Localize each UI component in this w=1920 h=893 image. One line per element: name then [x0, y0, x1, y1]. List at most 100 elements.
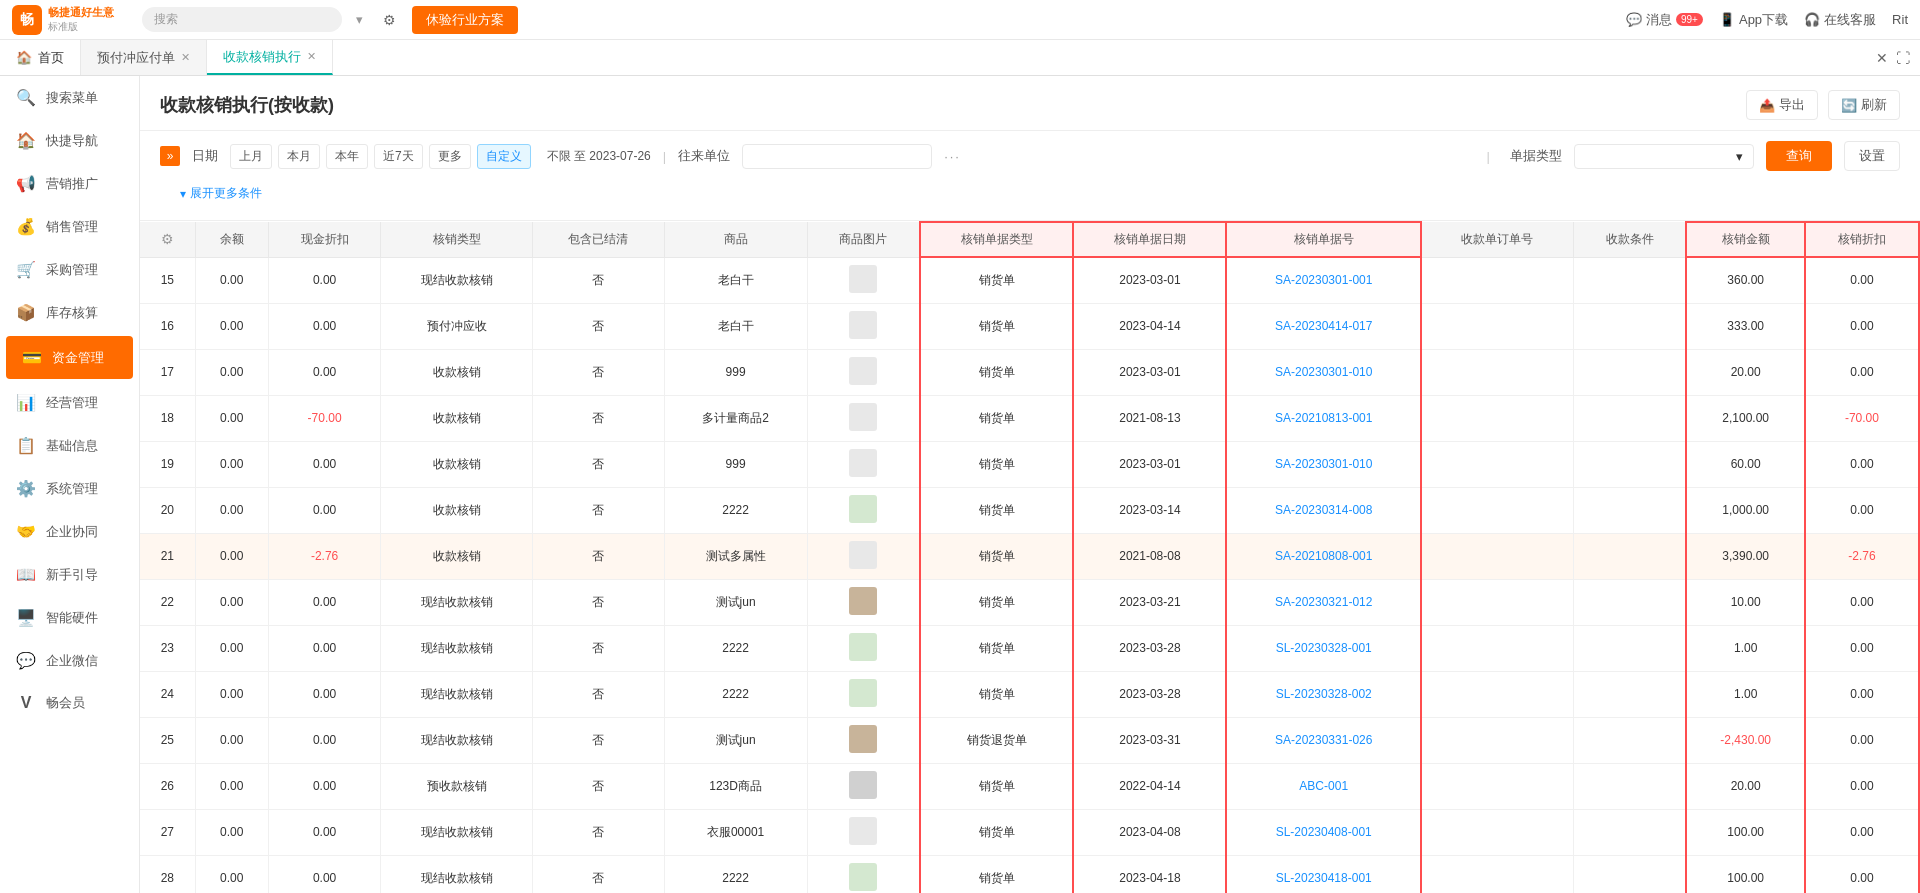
counterpart-more-icon[interactable]: ···	[944, 149, 961, 164]
sidebar-item-inventory[interactable]: 📦 库存核算	[0, 291, 139, 334]
cell-goods: 测试jun	[664, 717, 807, 763]
sidebar-item-nav[interactable]: 🏠 快捷导航	[0, 119, 139, 162]
table-row: 25 0.00 0.00 现结收款核销 否 测试jun 销货退货单 2023-0…	[140, 717, 1919, 763]
cell-payment-cond	[1573, 441, 1686, 487]
sidebar-item-guide[interactable]: 📖 新手引导	[0, 553, 139, 596]
cell-verify-type: 收款核销	[381, 349, 532, 395]
cell-bill-type: 销货单	[920, 441, 1073, 487]
cell-cash-discount: 0.00	[268, 349, 380, 395]
tab-home[interactable]: 🏠 首页	[0, 40, 81, 75]
cell-goods: 老白干	[664, 257, 807, 303]
cell-bill-date: 2023-03-01	[1073, 257, 1226, 303]
sidebar-item-basic-info[interactable]: 📋 基础信息	[0, 424, 139, 467]
sidebar-item-system[interactable]: ⚙️ 系统管理	[0, 467, 139, 510]
close-window-icon[interactable]: ✕	[1876, 50, 1888, 66]
cell-cash-discount: 0.00	[268, 579, 380, 625]
single-type-select[interactable]: ▾	[1574, 144, 1754, 169]
table-row: 18 0.00 -70.00 收款核销 否 多计量商品2 销货单 2021-08…	[140, 395, 1919, 441]
gear-icon[interactable]: ⚙	[383, 12, 396, 28]
date-label: 日期	[192, 147, 218, 165]
sidebar-item-funds[interactable]: 💳 资金管理	[6, 336, 133, 379]
cell-id: 22	[140, 579, 195, 625]
sidebar-item-operations[interactable]: 📊 经营管理	[0, 381, 139, 424]
sidebar-item-collab[interactable]: 🤝 企业协同	[0, 510, 139, 553]
expand-conditions-btn[interactable]: ▾ 展开更多条件	[180, 185, 1880, 202]
custom-date-btn[interactable]: 自定义	[477, 144, 531, 169]
cell-included: 否	[532, 717, 664, 763]
cell-verify-type: 现结收款核销	[381, 579, 532, 625]
export-btn[interactable]: 📤 导出	[1746, 90, 1818, 120]
counterpart-label: 往来单位	[678, 147, 730, 165]
more-btn[interactable]: 更多	[429, 144, 471, 169]
cell-payment-cond	[1573, 625, 1686, 671]
cell-bill-type: 销货单	[920, 257, 1073, 303]
sidebar-item-marketing[interactable]: 📢 营销推广	[0, 162, 139, 205]
this-year-btn[interactable]: 本年	[326, 144, 368, 169]
home-icon: 🏠	[16, 50, 32, 65]
this-month-btn[interactable]: 本月	[278, 144, 320, 169]
cell-included: 否	[532, 395, 664, 441]
cell-balance: 0.00	[195, 257, 268, 303]
cell-bill-date: 2023-03-28	[1073, 671, 1226, 717]
settings-btn[interactable]: 设置	[1844, 141, 1900, 171]
counterpart-input[interactable]	[742, 144, 932, 169]
refresh-btn[interactable]: 🔄 刷新	[1828, 90, 1900, 120]
col-bill-date: 核销单据日期	[1073, 222, 1226, 257]
fullscreen-icon[interactable]: ⛶	[1896, 50, 1910, 66]
cell-discount: 0.00	[1805, 855, 1919, 893]
cell-bill-no: SA-20230314-008	[1226, 487, 1421, 533]
basic-info-icon: 📋	[16, 436, 36, 455]
online-service-btn[interactable]: 🎧 在线客服	[1804, 11, 1876, 29]
cell-amount: 1,000.00	[1686, 487, 1804, 533]
cell-amount: 20.00	[1686, 763, 1804, 809]
cell-verify-type: 收款核销	[381, 533, 532, 579]
cell-balance: 0.00	[195, 579, 268, 625]
tab-close-prepay[interactable]: ✕	[181, 51, 190, 64]
cell-goods-img	[807, 855, 920, 893]
sidebar: 🔍 搜索菜单 🏠 快捷导航 📢 营销推广 💰 销售管理 🛒 采购管理 📦 库存核…	[0, 76, 140, 893]
message-btn[interactable]: 💬 消息 99+	[1626, 11, 1703, 29]
col-settings[interactable]: ⚙	[140, 222, 195, 257]
cell-amount: 1.00	[1686, 671, 1804, 717]
cell-included: 否	[532, 303, 664, 349]
wechat-icon: 💬	[16, 651, 36, 670]
cell-goods: 测试多属性	[664, 533, 807, 579]
cell-balance: 0.00	[195, 303, 268, 349]
cell-goods: 2222	[664, 487, 807, 533]
cell-payment-cond	[1573, 855, 1686, 893]
app-download-btn[interactable]: 📱 App下载	[1719, 11, 1788, 29]
member-icon: V	[16, 694, 36, 712]
filter-divider: |	[663, 149, 666, 164]
cell-order-no	[1421, 763, 1573, 809]
last-7-btn[interactable]: 近7天	[374, 144, 423, 169]
cell-cash-discount: -2.76	[268, 533, 380, 579]
sidebar-item-sales[interactable]: 💰 销售管理	[0, 205, 139, 248]
tab-close-verify[interactable]: ✕	[307, 50, 316, 63]
tab-prepay[interactable]: 预付冲应付单 ✕	[81, 40, 207, 75]
sidebar-item-wechat[interactable]: 💬 企业微信	[0, 639, 139, 682]
inventory-icon: 📦	[16, 303, 36, 322]
tab-verify[interactable]: 收款核销执行 ✕	[207, 40, 333, 75]
headset-icon: 🎧	[1804, 12, 1820, 27]
industry-btn[interactable]: 休验行业方案	[412, 6, 518, 34]
cell-amount: -2,430.00	[1686, 717, 1804, 763]
cell-bill-date: 2023-03-21	[1073, 579, 1226, 625]
last-month-btn[interactable]: 上月	[230, 144, 272, 169]
cell-bill-type: 销货单	[920, 763, 1073, 809]
sidebar-item-member[interactable]: V 畅会员	[0, 682, 139, 724]
cell-order-no	[1421, 671, 1573, 717]
sidebar-item-hardware[interactable]: 🖥️ 智能硬件	[0, 596, 139, 639]
sidebar-item-search[interactable]: 🔍 搜索菜单	[0, 76, 139, 119]
cell-discount: 0.00	[1805, 579, 1919, 625]
cell-bill-date: 2021-08-08	[1073, 533, 1226, 579]
cell-payment-cond	[1573, 395, 1686, 441]
dropdown-arrow-icon[interactable]: ▾	[356, 12, 363, 27]
sidebar-item-purchase[interactable]: 🛒 采购管理	[0, 248, 139, 291]
cell-balance: 0.00	[195, 533, 268, 579]
query-btn[interactable]: 查询	[1766, 141, 1832, 171]
cell-order-no	[1421, 441, 1573, 487]
logo-icon: 畅	[12, 5, 42, 35]
cell-bill-no: SA-20230301-010	[1226, 349, 1421, 395]
filter-collapse-btn[interactable]: »	[160, 146, 180, 166]
cell-verify-type: 现结收款核销	[381, 671, 532, 717]
